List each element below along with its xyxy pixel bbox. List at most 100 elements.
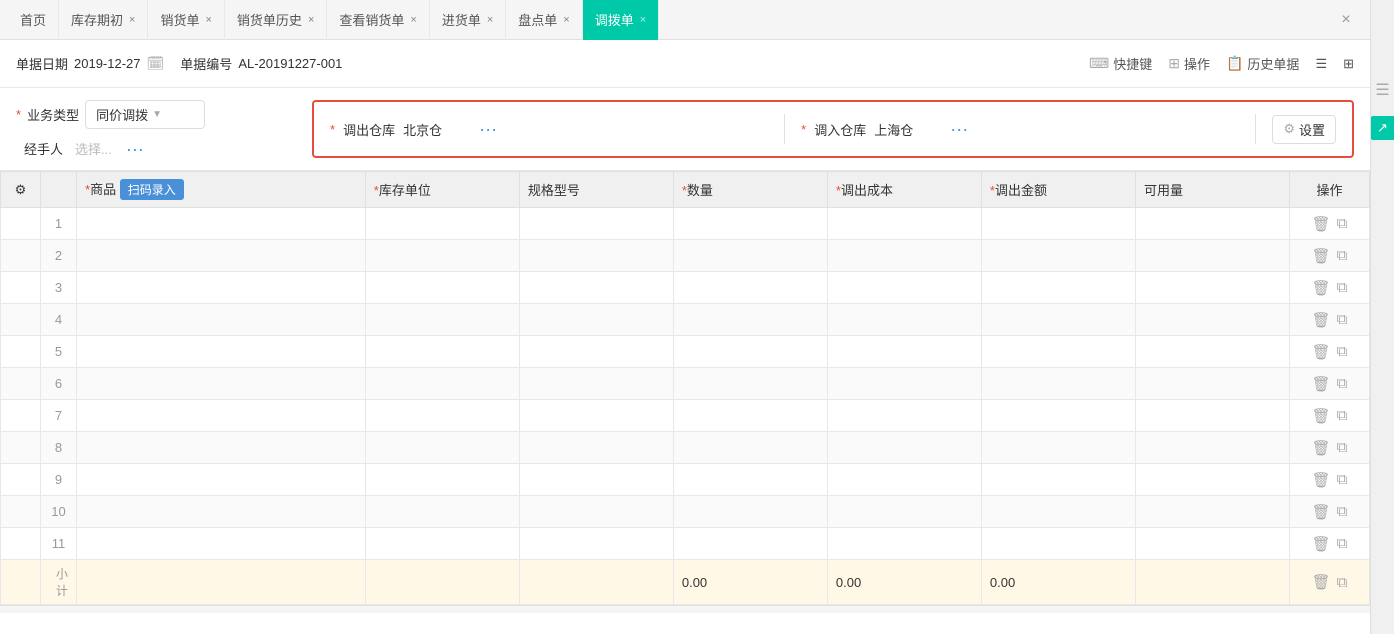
row-product-10[interactable] [77,496,366,528]
row-qty-2[interactable] [673,240,827,272]
row-unit-5[interactable] [365,336,519,368]
row-amount-1[interactable] [981,208,1135,240]
row-product-5[interactable] [77,336,366,368]
row-cost-7[interactable] [827,400,981,432]
tab-stocktake-close[interactable]: × [563,14,569,26]
row-product-11[interactable] [77,528,366,560]
row-amount-3[interactable] [981,272,1135,304]
delete-icon-11[interactable]: 🗑 [1312,535,1331,553]
copy-icon-3[interactable]: ⧉ [1337,279,1348,296]
tab-sales-history-close[interactable]: × [308,14,314,26]
row-spec-8[interactable] [519,432,673,464]
subtotal-delete-icon[interactable]: 🗑 [1312,573,1331,591]
delete-icon-10[interactable]: 🗑 [1312,503,1331,521]
horizontal-scrollbar[interactable] [0,605,1370,613]
row-amount-8[interactable] [981,432,1135,464]
row-available-7[interactable] [1135,400,1289,432]
calendar-icon[interactable]: 🗓 [147,55,165,72]
tab-transfer[interactable]: 调拨单 × [583,0,659,40]
settings-button[interactable]: ⚙ 设置 [1272,115,1336,144]
sidebar-list-icon[interactable]: ☰ [1375,80,1389,100]
row-available-10[interactable] [1135,496,1289,528]
row-amount-7[interactable] [981,400,1135,432]
row-available-11[interactable] [1135,528,1289,560]
row-cost-5[interactable] [827,336,981,368]
tab-sales-order[interactable]: 销货单 × [148,0,224,40]
row-qty-7[interactable] [673,400,827,432]
row-cost-10[interactable] [827,496,981,528]
row-cost-8[interactable] [827,432,981,464]
row-unit-4[interactable] [365,304,519,336]
row-qty-6[interactable] [673,368,827,400]
row-available-1[interactable] [1135,208,1289,240]
row-amount-11[interactable] [981,528,1135,560]
row-product-6[interactable] [77,368,366,400]
tab-sales-history[interactable]: 销货单历史 × [225,0,327,40]
row-amount-10[interactable] [981,496,1135,528]
tab-purchase-close[interactable]: × [487,14,493,26]
date-value[interactable]: 2019-12-27 [74,56,141,71]
col-gear[interactable]: ⚙ [1,172,41,208]
row-qty-11[interactable] [673,528,827,560]
business-type-dropdown[interactable]: 同价调拨 ▼ [85,100,205,129]
row-spec-11[interactable] [519,528,673,560]
row-spec-9[interactable] [519,464,673,496]
row-unit-8[interactable] [365,432,519,464]
tab-stocktake[interactable]: 盘点单 × [506,0,582,40]
delete-icon-7[interactable]: 🗑 [1312,407,1331,425]
row-qty-4[interactable] [673,304,827,336]
handler-more-icon[interactable]: ··· [126,140,144,158]
row-available-3[interactable] [1135,272,1289,304]
copy-icon-11[interactable]: ⧉ [1337,535,1348,552]
row-unit-7[interactable] [365,400,519,432]
subtotal-copy-icon[interactable]: ⧉ [1337,574,1348,591]
row-qty-10[interactable] [673,496,827,528]
tab-inventory-init[interactable]: 库存期初 × [59,0,148,40]
row-cost-9[interactable] [827,464,981,496]
row-available-4[interactable] [1135,304,1289,336]
row-product-7[interactable] [77,400,366,432]
row-available-5[interactable] [1135,336,1289,368]
row-spec-10[interactable] [519,496,673,528]
row-spec-3[interactable] [519,272,673,304]
window-close-button[interactable]: × [1330,4,1362,36]
row-amount-5[interactable] [981,336,1135,368]
copy-icon-4[interactable]: ⧉ [1337,311,1348,328]
tab-inventory-init-close[interactable]: × [129,14,135,26]
row-spec-1[interactable] [519,208,673,240]
row-qty-3[interactable] [673,272,827,304]
row-unit-11[interactable] [365,528,519,560]
row-spec-6[interactable] [519,368,673,400]
copy-icon-9[interactable]: ⧉ [1337,471,1348,488]
row-spec-7[interactable] [519,400,673,432]
row-cost-6[interactable] [827,368,981,400]
delete-icon-5[interactable]: 🗑 [1312,343,1331,361]
row-amount-4[interactable] [981,304,1135,336]
row-spec-2[interactable] [519,240,673,272]
row-spec-5[interactable] [519,336,673,368]
delete-icon-2[interactable]: 🗑 [1312,247,1331,265]
tab-transfer-close[interactable]: × [640,14,646,26]
transfer-in-value[interactable]: 上海仓 [874,120,934,139]
row-product-4[interactable] [77,304,366,336]
row-cost-1[interactable] [827,208,981,240]
row-unit-3[interactable] [365,272,519,304]
delete-icon-6[interactable]: 🗑 [1312,375,1331,393]
row-qty-8[interactable] [673,432,827,464]
row-product-8[interactable] [77,432,366,464]
row-available-2[interactable] [1135,240,1289,272]
row-available-8[interactable] [1135,432,1289,464]
copy-icon-2[interactable]: ⧉ [1337,247,1348,264]
delete-icon-3[interactable]: 🗑 [1312,279,1331,297]
row-spec-4[interactable] [519,304,673,336]
delete-icon-9[interactable]: 🗑 [1312,471,1331,489]
row-amount-9[interactable] [981,464,1135,496]
row-unit-10[interactable] [365,496,519,528]
row-unit-6[interactable] [365,368,519,400]
shortcut-button[interactable]: ⌨ 快捷键 [1089,54,1152,73]
row-product-9[interactable] [77,464,366,496]
tab-sales-order-close[interactable]: × [205,14,211,26]
tab-view-sales-close[interactable]: × [410,14,416,26]
transfer-out-value[interactable]: 北京仓 [403,120,463,139]
history-button[interactable]: 📋 历史单据 [1226,54,1299,73]
